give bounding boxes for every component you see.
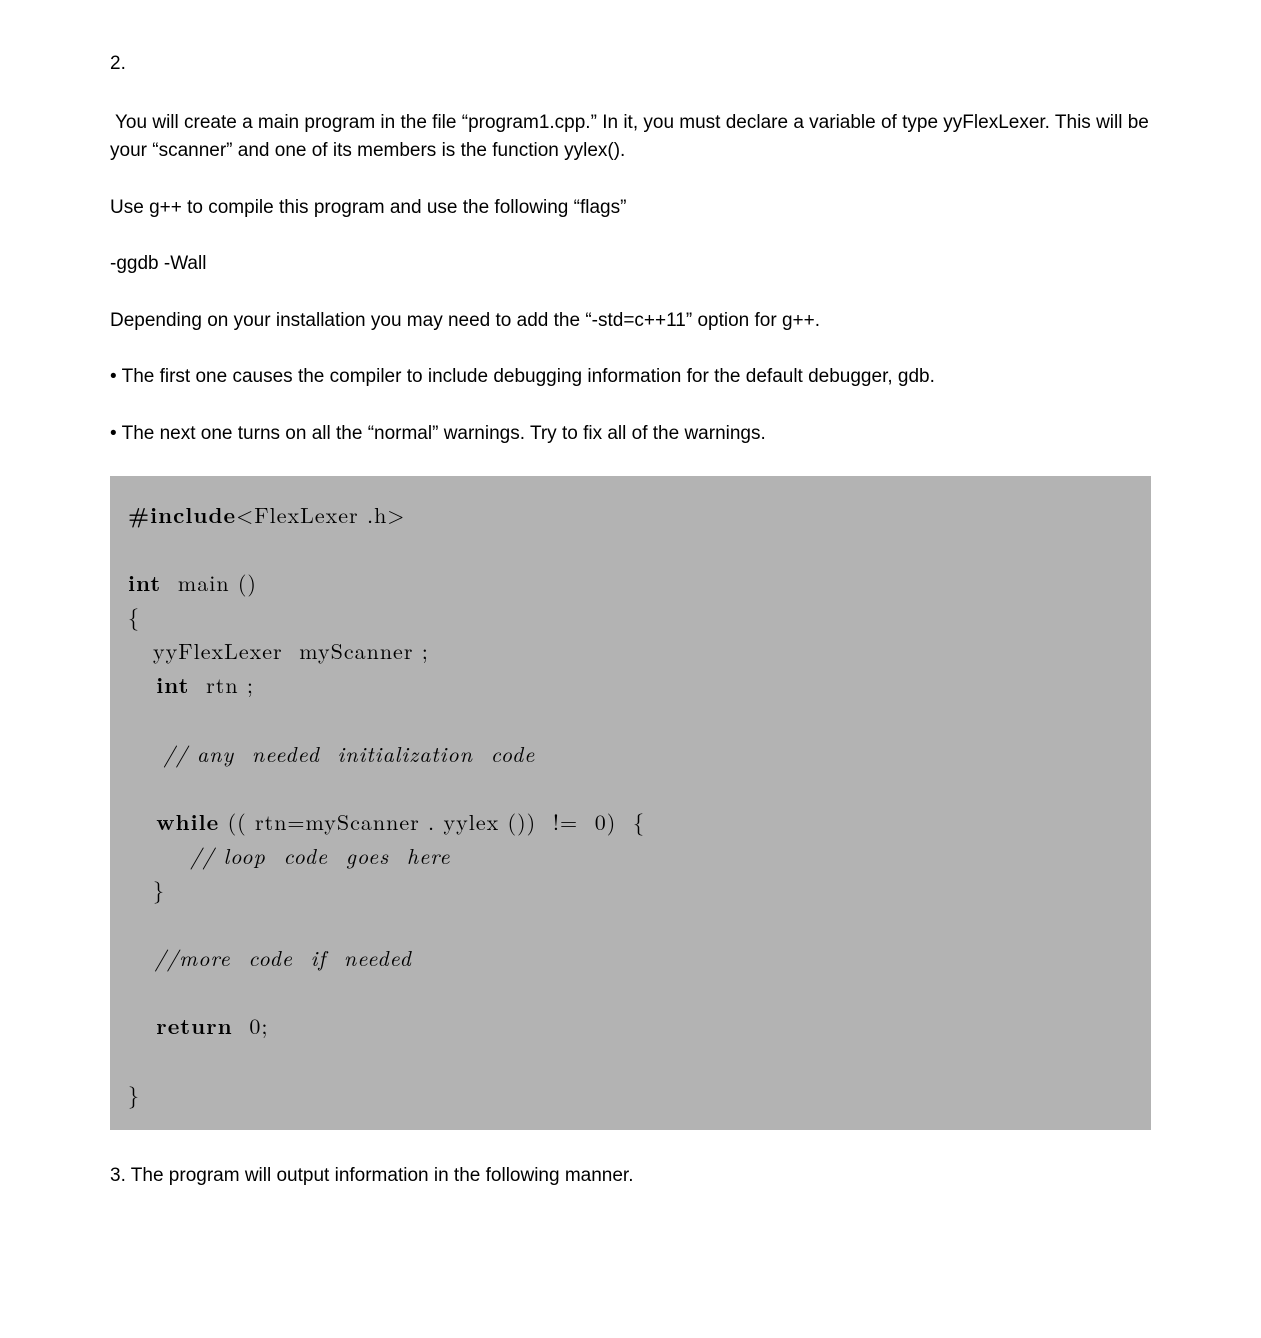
paragraph-compile: Use g++ to compile this program and use …	[110, 194, 1151, 223]
paragraph-intro: You will create a main program in the fi…	[110, 109, 1151, 166]
code-text: 0;	[233, 1010, 269, 1041]
code-text: }	[128, 1079, 140, 1110]
paragraph-std-option: Depending on your installation you may n…	[110, 307, 1151, 336]
code-text: <FlexLexer .h>	[236, 499, 405, 530]
code-keyword: return	[128, 1010, 233, 1041]
code-text: main ()	[161, 567, 257, 598]
code-comment: //more code if needed	[128, 942, 412, 973]
code-keyword: #include	[128, 499, 236, 530]
code-text: }	[128, 874, 165, 905]
code-keyword: while	[128, 806, 219, 837]
bullet-warnings: • The next one turns on all the “normal”…	[110, 420, 1151, 449]
bullet-debug: • The first one causes the compiler to i…	[110, 363, 1151, 392]
code-keyword: int	[128, 669, 189, 700]
code-keyword: int	[128, 567, 161, 598]
paragraph-section3: 3. The program will output information i…	[110, 1162, 1151, 1191]
code-text: rtn ;	[189, 669, 254, 700]
code-text: (( rtn=myScanner . yylex ()) != 0) {	[219, 806, 645, 837]
paragraph-flags: -ggdb -Wall	[110, 250, 1151, 279]
code-comment: // loop code goes here	[128, 840, 450, 871]
code-block: #include<FlexLexer .h> int main () { yyF…	[110, 476, 1151, 1130]
code-comment: // any needed initialization code	[128, 738, 535, 769]
code-text: yyFlexLexer myScanner ;	[128, 635, 429, 666]
code-text: {	[128, 601, 140, 632]
section-number: 2.	[110, 50, 1151, 79]
